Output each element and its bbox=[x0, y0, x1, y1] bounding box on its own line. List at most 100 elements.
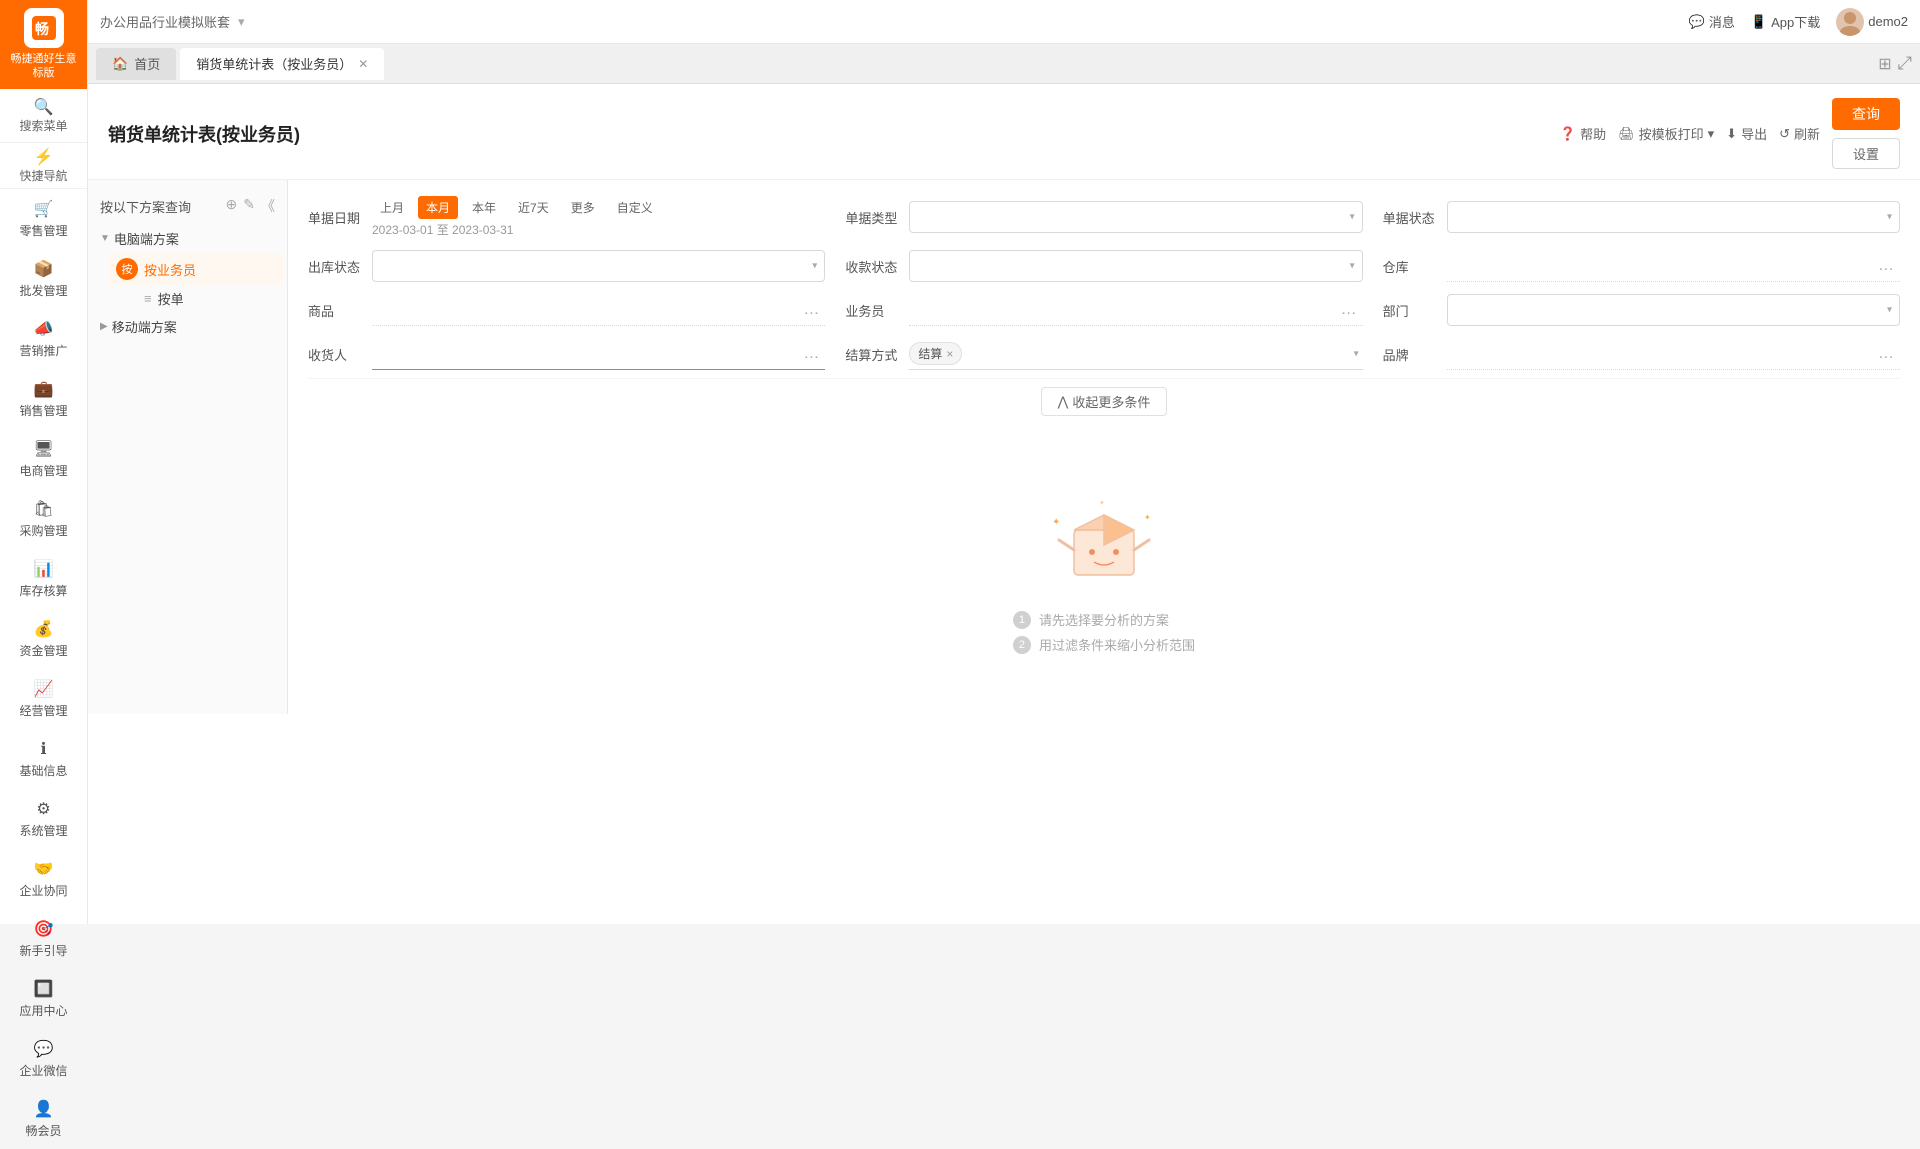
filter-salesperson-input[interactable] bbox=[909, 294, 1362, 326]
sidebar-item-销售管理[interactable]: 💼销售管理 bbox=[15, 369, 71, 429]
add-scheme-icon[interactable]: ⊕ bbox=[226, 196, 238, 216]
filter-salesperson-item: 业务员 … bbox=[845, 294, 1362, 326]
date-7days[interactable]: 近7天 bbox=[510, 196, 557, 219]
sidebar-item-企业协同[interactable]: 🤝企业协同 bbox=[15, 849, 71, 909]
tab-sales-stats[interactable]: 销货单统计表（按业务员） ✕ bbox=[180, 48, 384, 80]
collapse-panel-icon[interactable]: 《 bbox=[261, 196, 275, 216]
recipient-dots-icon[interactable]: … bbox=[803, 345, 819, 363]
filter-recipient-label: 收货人 bbox=[308, 345, 364, 364]
filter-warehouse-control: … bbox=[1447, 250, 1900, 282]
filter-receiptstatus-control: ▾ bbox=[909, 250, 1362, 282]
edit-scheme-icon[interactable]: ✎ bbox=[243, 196, 255, 216]
message-icon: 💬 bbox=[1689, 14, 1705, 30]
sidebar-item-营销推广[interactable]: 📣营销推广 bbox=[15, 309, 71, 369]
sidebar-item-系统管理[interactable]: ⚙系统管理 bbox=[15, 789, 71, 849]
sidebar-item-库存核算[interactable]: 📊库存核算 bbox=[15, 549, 71, 609]
export-icon: ⬇ bbox=[1726, 126, 1737, 142]
sidebar-item-零售管理[interactable]: 🛒零售管理 bbox=[15, 189, 71, 249]
topbar: 办公用品行业模拟账套 ▾ 💬 消息 📱 App下载 demo2 bbox=[88, 0, 1920, 44]
user-menu[interactable]: demo2 bbox=[1836, 8, 1908, 36]
download-icon: 📱 bbox=[1751, 14, 1767, 30]
sidebar-item-畅会员[interactable]: 👤畅会员 bbox=[15, 1089, 71, 1149]
filter-doctype-select[interactable] bbox=[909, 201, 1362, 233]
filter-outstatus-label: 出库状态 bbox=[308, 257, 364, 276]
template-print-button[interactable]: 🖨 按模板打印 ▾ bbox=[1618, 124, 1714, 143]
filter-docstatus-select[interactable] bbox=[1447, 201, 1900, 233]
date-more[interactable]: 更多 bbox=[563, 196, 603, 219]
sidebar-logo[interactable]: 畅 畅捷通好生意 标版 bbox=[0, 0, 87, 89]
filter-outstatus-select[interactable] bbox=[372, 250, 825, 282]
filter-product-item: 商品 … bbox=[308, 294, 825, 326]
filter-department-item: 部门 ▾ bbox=[1383, 294, 1900, 326]
sidebar-item-采购管理[interactable]: 🛍采购管理 bbox=[15, 489, 71, 549]
settlement-tag-close[interactable]: × bbox=[946, 347, 953, 361]
sidebar-items-container: 🛒零售管理📦批发管理📣营销推广💼销售管理🖥电商管理🛍采购管理📊库存核算💰资金管理… bbox=[15, 189, 71, 1149]
app-download-button[interactable]: 📱 App下载 bbox=[1751, 12, 1820, 31]
filter-recipient-input[interactable] bbox=[372, 338, 825, 370]
settings-button[interactable]: 设置 bbox=[1832, 138, 1900, 169]
product-dots-icon[interactable]: … bbox=[803, 301, 819, 319]
tree-desktop-item[interactable]: ▼ 电脑端方案 bbox=[92, 224, 283, 253]
doctype-arrow-icon: ▾ bbox=[1350, 212, 1355, 223]
sidebar-label-0: 零售管理 bbox=[19, 222, 67, 239]
refresh-button[interactable]: ↺ 刷新 bbox=[1779, 124, 1820, 143]
page-title: 销货单统计表(按业务员) bbox=[108, 121, 300, 147]
sidebar-item-批发管理[interactable]: 📦批发管理 bbox=[15, 249, 71, 309]
settlement-arrow-icon: ▾ bbox=[1354, 349, 1359, 360]
date-this-month[interactable]: 本月 bbox=[418, 196, 458, 219]
sidebar-search-item[interactable]: 🔍 搜索菜单 bbox=[0, 89, 87, 143]
sidebar-icon-13: 🔲 bbox=[34, 979, 54, 999]
filter-receiptstatus-select[interactable] bbox=[909, 250, 1362, 282]
tree-mobile-expand-icon: ▶ bbox=[100, 321, 108, 332]
empty-step-1: 1 请先选择要分析的方案 bbox=[1013, 610, 1195, 629]
date-this-year[interactable]: 本年 bbox=[464, 196, 504, 219]
filter-department-control: ▾ bbox=[1447, 294, 1900, 326]
tab-home[interactable]: 🏠 首页 bbox=[96, 48, 176, 80]
page-header: 销货单统计表(按业务员) ❓ 帮助 🖨 按模板打印 ▾ ⬇ 导出 ↺ 刷新 bbox=[88, 84, 1920, 180]
export-button[interactable]: ⬇ 导出 bbox=[1726, 124, 1767, 143]
filter-outstatus-item: 出库状态 ▾ bbox=[308, 250, 825, 282]
sidebar-icon-10: ⚙ bbox=[36, 799, 50, 819]
message-button[interactable]: 💬 消息 bbox=[1689, 12, 1735, 31]
filter-product-input[interactable] bbox=[372, 294, 825, 326]
salesperson-dots-icon[interactable]: … bbox=[1341, 301, 1357, 319]
sidebar-icon-1: 📦 bbox=[34, 259, 54, 279]
sidebar-item-资金管理[interactable]: 💰资金管理 bbox=[15, 609, 71, 669]
sidebar-item-新手引导[interactable]: 🎯新手引导 bbox=[15, 909, 71, 969]
tree-item-salesperson[interactable]: 按 按业务员 bbox=[108, 253, 283, 285]
sidebar-item-电商管理[interactable]: 🖥电商管理 bbox=[15, 429, 71, 489]
filter-warehouse-input[interactable] bbox=[1447, 250, 1900, 282]
collapse-button[interactable]: ⋀ 收起更多条件 bbox=[1041, 387, 1168, 416]
tab-expand-icon[interactable]: ⊞ bbox=[1878, 54, 1891, 74]
topbar-left: 办公用品行业模拟账套 ▾ bbox=[100, 12, 245, 31]
left-panel: 按以下方案查询 ⊕ ✎ 《 ▼ 电脑端方案 按 按业 bbox=[88, 180, 288, 714]
tab-close-icon[interactable]: ✕ bbox=[358, 57, 368, 71]
filter-panel: 单据日期 上月 本月 本年 近7天 更多 自定义 20 bbox=[288, 180, 1920, 430]
filter-product-control: … bbox=[372, 294, 825, 326]
sidebar-item-经营管理[interactable]: 📈经营管理 bbox=[15, 669, 71, 729]
sidebar-label-12: 新手引导 bbox=[19, 942, 67, 959]
date-last-month[interactable]: 上月 bbox=[372, 196, 412, 219]
filter-department-select[interactable] bbox=[1447, 294, 1900, 326]
filter-brand-input[interactable] bbox=[1447, 338, 1900, 370]
topbar-dropdown-icon[interactable]: ▾ bbox=[238, 14, 245, 30]
sidebar-item-企业微信[interactable]: 💬企业微信 bbox=[15, 1029, 71, 1089]
left-panel-icons: ⊕ ✎ 《 bbox=[226, 196, 275, 216]
query-actions: 查询 设置 bbox=[1832, 98, 1900, 169]
filter-doctype-item: 单据类型 ▾ bbox=[845, 196, 1362, 238]
content-area: 按以下方案查询 ⊕ ✎ 《 ▼ 电脑端方案 按 按业 bbox=[88, 180, 1920, 714]
query-button[interactable]: 查询 bbox=[1832, 98, 1900, 130]
date-custom[interactable]: 自定义 bbox=[609, 196, 661, 219]
sidebar-item-基础信息[interactable]: ℹ基础信息 bbox=[15, 729, 71, 789]
tree-mobile-item[interactable]: ▶ 移动端方案 bbox=[92, 312, 283, 341]
brand-dots-icon[interactable]: … bbox=[1878, 345, 1894, 363]
tree-sub-sub: ≡ 按单 bbox=[108, 285, 283, 312]
sidebar-quick-nav[interactable]: ⚡ 快捷导航 bbox=[0, 143, 87, 189]
sidebar-item-应用中心[interactable]: 🔲应用中心 bbox=[15, 969, 71, 1029]
help-button[interactable]: ❓ 帮助 bbox=[1560, 124, 1606, 143]
sidebar-label-9: 基础信息 bbox=[19, 762, 67, 779]
filter-settlement-control: 结算 × ▾ bbox=[909, 338, 1362, 370]
tree-item-by-order[interactable]: ≡ 按单 bbox=[136, 285, 283, 312]
warehouse-dots-icon[interactable]: … bbox=[1878, 257, 1894, 275]
tab-fullscreen-icon[interactable]: ⤢ bbox=[1898, 53, 1912, 74]
